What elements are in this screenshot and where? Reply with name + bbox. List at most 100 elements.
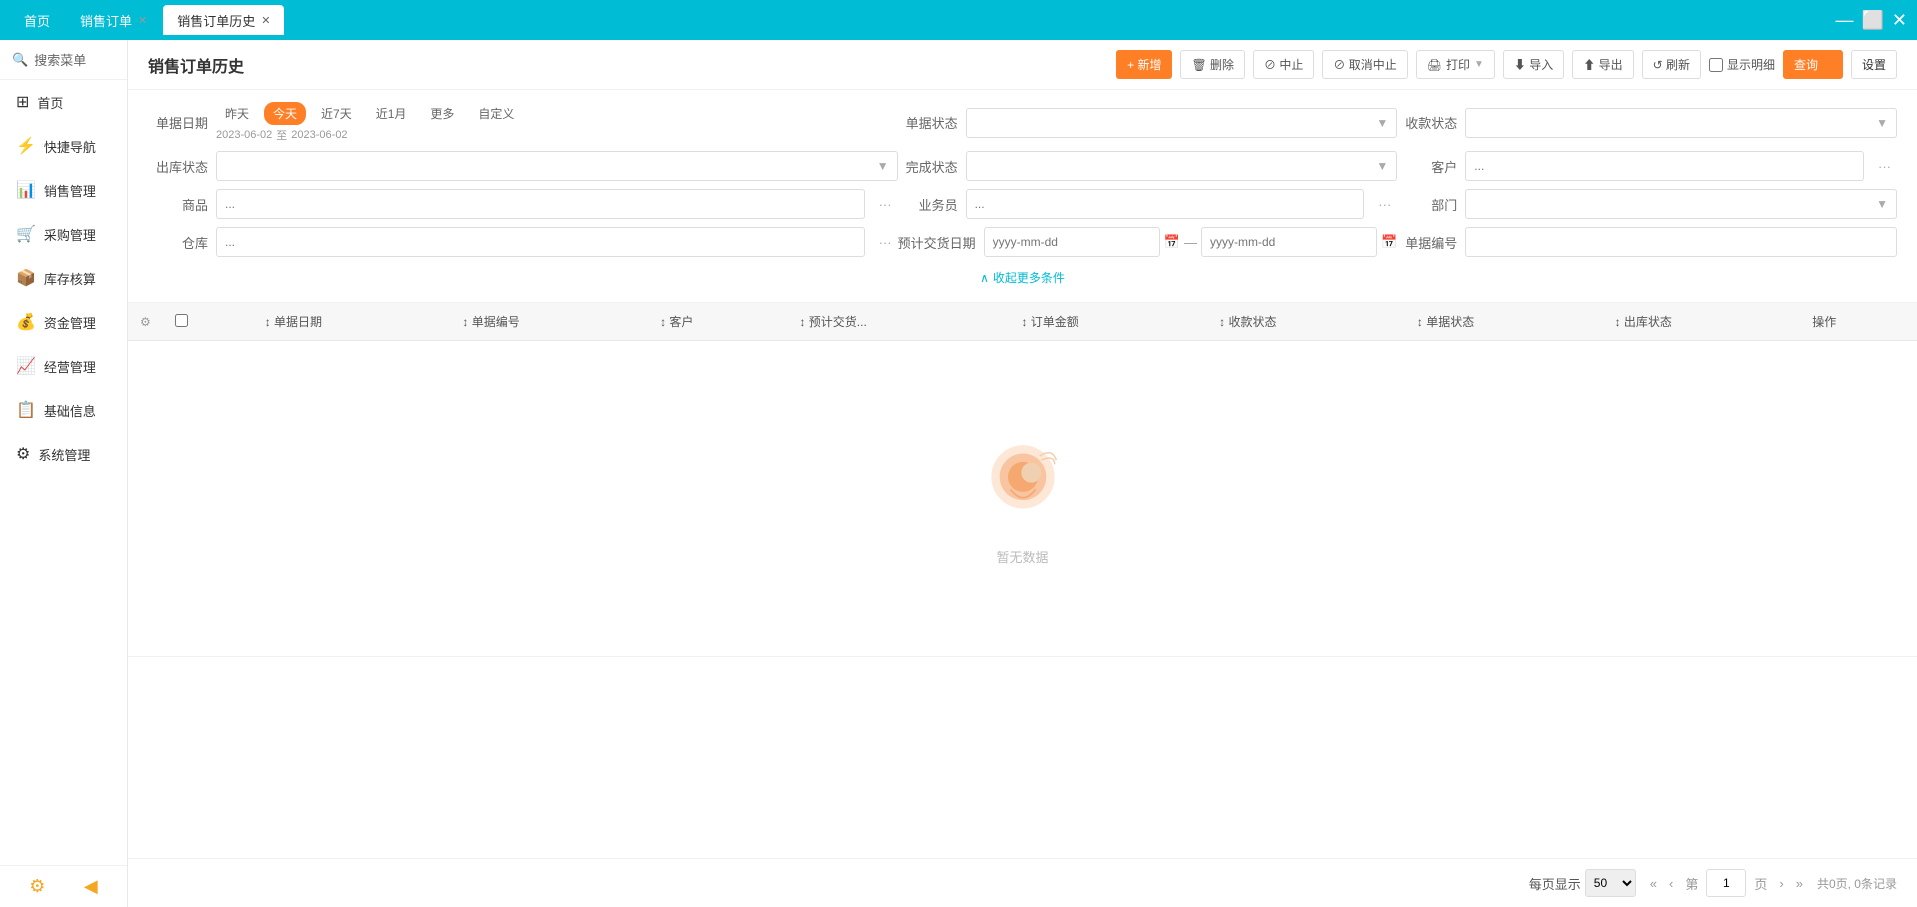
sidebar-collapse-icon[interactable]: ◀ [84, 876, 98, 897]
payment-status-select[interactable]: ▼ [1465, 108, 1897, 138]
sidebar-item-inventory[interactable]: 📦库存核算 [0, 256, 127, 300]
bill-status-select[interactable]: ▼ [966, 108, 1398, 138]
collapse-button[interactable]: ∧ 收起更多条件 [980, 269, 1065, 286]
th-order-amount[interactable]: ↕ 订单金额 [1009, 303, 1207, 341]
sales-icon: 📊 [16, 180, 36, 200]
th-customer[interactable]: ↕ 客户 [648, 303, 787, 341]
sidebar-item-sales[interactable]: 📊销售管理 [0, 168, 127, 212]
select-all-checkbox[interactable] [175, 314, 188, 327]
cancel-stop-button[interactable]: ⊘ 取消中止 [1322, 50, 1407, 79]
date-tag-yesterday[interactable]: 昨天 [216, 102, 258, 125]
tab-close-icon[interactable]: ✕ [261, 14, 270, 27]
collapse-label: 收起更多条件 [993, 269, 1065, 286]
import-button[interactable]: ⬇ 导入 [1503, 50, 1564, 79]
collapse-icon: ∧ [980, 271, 989, 285]
th-out-status[interactable]: ↕ 出库状态 [1603, 303, 1801, 341]
th-bill-status[interactable]: ↕ 单据状态 [1405, 303, 1603, 341]
warehouse-dots-icon[interactable]: ··· [873, 235, 898, 250]
stop-button[interactable]: ⊘ 中止 [1253, 50, 1314, 79]
last-page-icon[interactable]: » [1792, 876, 1807, 891]
th-bill-number[interactable]: ↕ 单据编号 [450, 303, 648, 341]
delete-button[interactable]: 🗑 删除 [1180, 50, 1245, 79]
expected-date-calendar-end-icon[interactable]: 📅 [1381, 234, 1397, 250]
page-number-input[interactable] [1706, 869, 1746, 897]
refresh-button[interactable]: ↺ 刷新 [1642, 50, 1701, 79]
tab-home[interactable]: 首页 [10, 5, 64, 35]
date-tag-7days[interactable]: 近7天 [312, 102, 361, 125]
th-bill-date[interactable]: ↕ 单据日期 [253, 303, 451, 341]
salesperson-input[interactable] [966, 189, 1365, 219]
date-range: 2023-06-02 至 2023-06-02 [216, 127, 898, 143]
prev-page-icon[interactable]: ‹ [1665, 876, 1677, 891]
sidebar-search[interactable]: 🔍 搜索菜单 [0, 40, 127, 80]
salesperson-dots-icon[interactable]: ··· [1372, 197, 1397, 212]
out-status-chevron-icon: ▼ [877, 159, 889, 173]
sidebar-item-quick-nav[interactable]: ⚡快捷导航 [0, 124, 127, 168]
expected-date-start[interactable] [984, 227, 1160, 257]
filter-warehouse: 仓库 ··· [148, 227, 898, 257]
settings-button[interactable]: 设置 [1851, 50, 1897, 79]
expected-date-end[interactable] [1201, 227, 1377, 257]
next-page-icon[interactable]: › [1775, 876, 1787, 891]
salesperson-label: 业务员 [898, 195, 958, 214]
tab-close-icon[interactable]: ✕ [138, 14, 147, 27]
out-status-select[interactable]: ▼ [216, 151, 898, 181]
expected-date-calendar-start-icon[interactable]: 📅 [1164, 234, 1180, 250]
sidebar-item-home[interactable]: ⊞首页 [0, 80, 127, 124]
bill-number-input[interactable] [1465, 227, 1897, 257]
warehouse-input[interactable] [216, 227, 865, 257]
gear-icon[interactable]: ⚙ [140, 315, 151, 329]
th-operation: 操作 [1800, 303, 1917, 341]
new-button[interactable]: + 新增 [1116, 50, 1172, 79]
expected-date-label: 预计交货日期 [898, 233, 976, 252]
th-expected-delivery[interactable]: ↕ 预计交货... [787, 303, 1009, 341]
minimize-icon[interactable]: — [1835, 10, 1853, 31]
goods-dots-icon[interactable]: ··· [873, 197, 898, 212]
sidebar-search-label: 搜索菜单 [34, 50, 86, 69]
query-button[interactable]: 查询 [1783, 50, 1843, 79]
filter-department: 部门 ▼ [1397, 189, 1897, 219]
page-size-select-input[interactable]: 50 10 20 100 [1585, 869, 1636, 897]
toolbar: + 新增 🗑 删除 ⊘ 中止 ⊘ 取消中止 🖨 打印 ▼ ⬇ 导入 ⬆ 导出 ↺… [1116, 50, 1897, 79]
warehouse-label: 仓库 [148, 233, 208, 252]
complete-status-select[interactable]: ▼ [966, 151, 1398, 181]
sidebar-item-basic-info[interactable]: 📋基础信息 [0, 388, 127, 432]
sidebar-item-purchase[interactable]: 🛒采购管理 [0, 212, 127, 256]
sidebar-item-label: 基础信息 [44, 401, 96, 420]
date-tag-more[interactable]: 更多 [421, 102, 463, 125]
th-order-amount-label: ↕ 订单金额 [1021, 315, 1078, 329]
th-expected-delivery-label: ↕ 预计交货... [799, 315, 866, 329]
display-detail-label: 显示明细 [1709, 56, 1775, 73]
first-page-icon[interactable]: « [1646, 876, 1661, 891]
display-detail-checkbox[interactable] [1709, 58, 1723, 72]
sidebar-item-finance[interactable]: 💰资金管理 [0, 300, 127, 344]
customer-dots-icon[interactable]: ··· [1872, 159, 1897, 174]
date-tag-1month[interactable]: 近1月 [367, 102, 416, 125]
filter-date: 单据日期 昨天 今天 近7天 近1月 更多 自定义 2023-06-02 至 [148, 102, 898, 143]
close-window-icon[interactable]: ✕ [1892, 10, 1907, 31]
date-range-end-text: 2023-06-02 [291, 129, 347, 141]
filter-out-status: 出库状态 ▼ [148, 151, 898, 181]
customer-input[interactable] [1465, 151, 1864, 181]
tab-sales-order-history[interactable]: 销售订单历史✕ [163, 5, 284, 35]
th-operation-label: 操作 [1812, 315, 1836, 329]
bill-status-chevron-icon: ▼ [1376, 116, 1388, 130]
sidebar-settings-icon[interactable]: ⚙ [29, 876, 45, 897]
print-button[interactable]: 🖨 打印 ▼ [1416, 50, 1495, 79]
sidebar-item-system[interactable]: ⚙系统管理 [0, 432, 127, 476]
maximize-icon[interactable]: ⬜ [1861, 10, 1883, 31]
page-label: 第 [1681, 874, 1702, 893]
print-label: 打印 [1446, 56, 1470, 73]
filter-complete-status: 完成状态 ▼ [898, 151, 1398, 181]
sidebar-item-operations[interactable]: 📈经营管理 [0, 344, 127, 388]
sidebar-item-label: 经营管理 [44, 357, 96, 376]
home-icon: ⊞ [16, 92, 29, 112]
date-tag-today[interactable]: 今天 [264, 102, 306, 125]
table-body: 暂无数据 [128, 341, 1917, 657]
goods-input[interactable] [216, 189, 865, 219]
department-select[interactable]: ▼ [1465, 189, 1897, 219]
export-button[interactable]: ⬆ 导出 [1572, 50, 1633, 79]
th-payment-status[interactable]: ↕ 收款状态 [1207, 303, 1405, 341]
date-tag-custom[interactable]: 自定义 [469, 102, 523, 125]
tab-sales-order[interactable]: 销售订单✕ [66, 5, 161, 35]
